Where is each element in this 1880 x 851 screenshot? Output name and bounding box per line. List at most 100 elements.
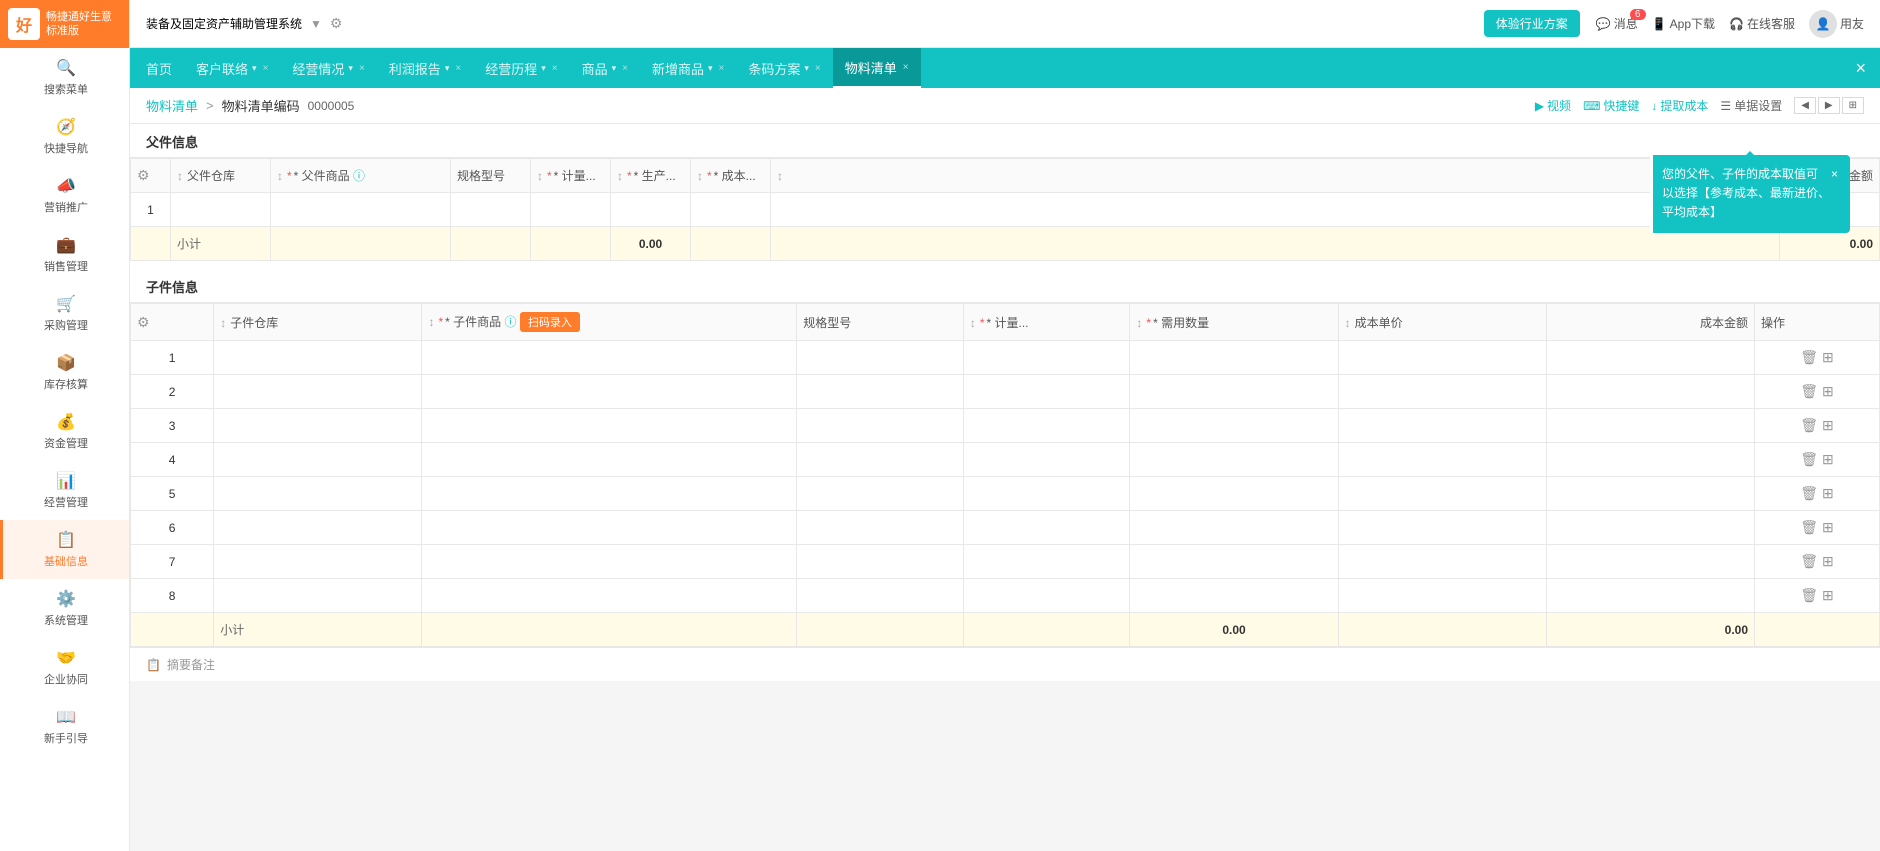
tab-operations-status[interactable]: 经营情况 ▾ × — [280, 48, 376, 88]
sidebar-item-inventory[interactable]: 📦 库存核算 — [0, 343, 129, 402]
parent-unit-cell[interactable] — [531, 193, 611, 227]
child-unitprice-cell-7[interactable] — [1338, 545, 1546, 579]
extract-cost-button[interactable]: ↓ 提取成本 — [1651, 97, 1708, 114]
child-warehouse-cell-7[interactable] — [214, 545, 422, 579]
sidebar-item-marketing[interactable]: 📣 营销推广 — [0, 166, 129, 225]
copy-row-icon-2[interactable]: ⊞ — [1822, 383, 1834, 400]
parent-cost-cell[interactable] — [691, 193, 771, 227]
scan-input-button[interactable]: 扫码录入 — [520, 312, 580, 332]
close-all-tabs-button[interactable]: × — [1849, 58, 1872, 79]
child-unit-cell-4[interactable] — [963, 443, 1130, 477]
close-tab-new-goods[interactable]: × — [719, 63, 725, 74]
grid-view-icon[interactable]: ⊞ — [1842, 97, 1864, 114]
child-product-cell-2[interactable] — [422, 375, 797, 409]
child-unitprice-cell-2[interactable] — [1338, 375, 1546, 409]
tab-new-goods[interactable]: 新增商品 ▾ × — [640, 48, 736, 88]
close-tab-profit[interactable]: × — [455, 63, 461, 74]
message-button[interactable]: 💬 6 消息 — [1596, 15, 1638, 32]
copy-row-icon-8[interactable]: ⊞ — [1822, 587, 1834, 604]
close-tab-ops-status[interactable]: × — [359, 63, 365, 74]
copy-row-icon-1[interactable]: ⊞ — [1822, 349, 1834, 366]
child-spec-cell-3[interactable] — [797, 409, 964, 443]
child-warehouse-cell-4[interactable] — [214, 443, 422, 477]
th-parent-settings[interactable]: ⚙ — [131, 159, 171, 193]
tab-ops-history[interactable]: 经营历程 ▾ × — [473, 48, 569, 88]
copy-row-icon-7[interactable]: ⊞ — [1822, 553, 1834, 570]
child-unitprice-cell-3[interactable] — [1338, 409, 1546, 443]
prev-arrow[interactable]: ◀ — [1794, 97, 1816, 114]
child-product-cell-7[interactable] — [422, 545, 797, 579]
child-unitprice-cell-6[interactable] — [1338, 511, 1546, 545]
child-unitprice-cell-4[interactable] — [1338, 443, 1546, 477]
delete-row-icon-5[interactable]: 🗑 — [1800, 485, 1818, 502]
child-qty-cell-1[interactable] — [1130, 341, 1338, 375]
child-spec-cell-2[interactable] — [797, 375, 964, 409]
child-qty-cell-2[interactable] — [1130, 375, 1338, 409]
sidebar-item-finance[interactable]: 💰 资金管理 — [0, 402, 129, 461]
child-unit-cell-1[interactable] — [963, 341, 1130, 375]
child-spec-cell-8[interactable] — [797, 579, 964, 613]
sidebar-item-system[interactable]: ⚙️ 系统管理 — [0, 579, 129, 638]
app-download-button[interactable]: 📱 App下载 — [1652, 15, 1715, 32]
th-child-settings[interactable]: ⚙ — [131, 304, 214, 341]
parent-spec-cell[interactable] — [451, 193, 531, 227]
child-qty-cell-8[interactable] — [1130, 579, 1338, 613]
child-warehouse-cell-5[interactable] — [214, 477, 422, 511]
child-warehouse-cell-2[interactable] — [214, 375, 422, 409]
child-product-cell-6[interactable] — [422, 511, 797, 545]
child-unitprice-cell-1[interactable] — [1338, 341, 1546, 375]
child-unitprice-cell-8[interactable] — [1338, 579, 1546, 613]
copy-row-icon-3[interactable]: ⊞ — [1822, 417, 1834, 434]
tooltip-close-button[interactable]: × — [1831, 165, 1838, 184]
child-spec-cell-7[interactable] — [797, 545, 964, 579]
sidebar-item-operations[interactable]: 📊 经营管理 — [0, 461, 129, 520]
sidebar-item-purchase[interactable]: 🛒 采购管理 — [0, 284, 129, 343]
child-spec-cell-5[interactable] — [797, 477, 964, 511]
settings-icon[interactable]: ⚙ — [330, 15, 343, 32]
next-arrow[interactable]: ▶ — [1818, 97, 1840, 114]
parent-product-cell[interactable] — [271, 193, 451, 227]
child-warehouse-cell-8[interactable] — [214, 579, 422, 613]
sidebar-item-sales[interactable]: 💼 销售管理 — [0, 225, 129, 284]
sidebar-item-search[interactable]: 🔍 搜索菜单 — [0, 48, 129, 107]
online-service-button[interactable]: 🎧 在线客服 — [1729, 15, 1795, 32]
sidebar-item-guide[interactable]: 📖 新手引导 — [0, 697, 129, 756]
child-spec-cell-4[interactable] — [797, 443, 964, 477]
copy-row-icon-4[interactable]: ⊞ — [1822, 451, 1834, 468]
child-qty-cell-7[interactable] — [1130, 545, 1338, 579]
parent-warehouse-cell[interactable] — [171, 193, 271, 227]
child-unit-cell-3[interactable] — [963, 409, 1130, 443]
child-unit-cell-8[interactable] — [963, 579, 1130, 613]
breadcrumb-parent[interactable]: 物料清单 — [146, 96, 198, 115]
child-unit-cell-6[interactable] — [963, 511, 1130, 545]
child-warehouse-cell-1[interactable] — [214, 341, 422, 375]
child-product-cell-8[interactable] — [422, 579, 797, 613]
close-tab-ops-history[interactable]: × — [552, 63, 558, 74]
child-warehouse-cell-6[interactable] — [214, 511, 422, 545]
child-qty-cell-3[interactable] — [1130, 409, 1338, 443]
experience-button[interactable]: 体验行业方案 — [1484, 10, 1580, 37]
tab-bom[interactable]: 物料清单 × — [833, 48, 921, 88]
tab-goods[interactable]: 商品 ▾ × — [570, 48, 640, 88]
delete-row-icon-1[interactable]: 🗑 — [1800, 349, 1818, 366]
child-product-cell-1[interactable] — [422, 341, 797, 375]
child-qty-cell-4[interactable] — [1130, 443, 1338, 477]
close-tab-goods[interactable]: × — [622, 63, 628, 74]
delete-row-icon-4[interactable]: 🗑 — [1800, 451, 1818, 468]
child-product-cell-4[interactable] — [422, 443, 797, 477]
tab-customer[interactable]: 客户联络 ▾ × — [184, 48, 280, 88]
delete-row-icon-3[interactable]: 🗑 — [1800, 417, 1818, 434]
user-menu[interactable]: 👤 用友 — [1809, 10, 1864, 38]
tab-barcode[interactable]: 条码方案 ▾ × — [736, 48, 832, 88]
dropdown-arrow-icon[interactable]: ▼ — [310, 17, 322, 31]
child-product-cell-3[interactable] — [422, 409, 797, 443]
copy-row-icon-5[interactable]: ⊞ — [1822, 485, 1834, 502]
parent-prod-cell[interactable] — [611, 193, 691, 227]
child-unit-cell-2[interactable] — [963, 375, 1130, 409]
close-tab-barcode[interactable]: × — [815, 63, 821, 74]
shortcut-button[interactable]: ⌨ 快捷键 — [1583, 97, 1639, 114]
single-settings-button[interactable]: ☰ 单据设置 — [1720, 97, 1782, 114]
view-button[interactable]: ▶ 视频 — [1535, 97, 1571, 114]
sidebar-item-quick-nav[interactable]: 🧭 快捷导航 — [0, 107, 129, 166]
child-spec-cell-1[interactable] — [797, 341, 964, 375]
